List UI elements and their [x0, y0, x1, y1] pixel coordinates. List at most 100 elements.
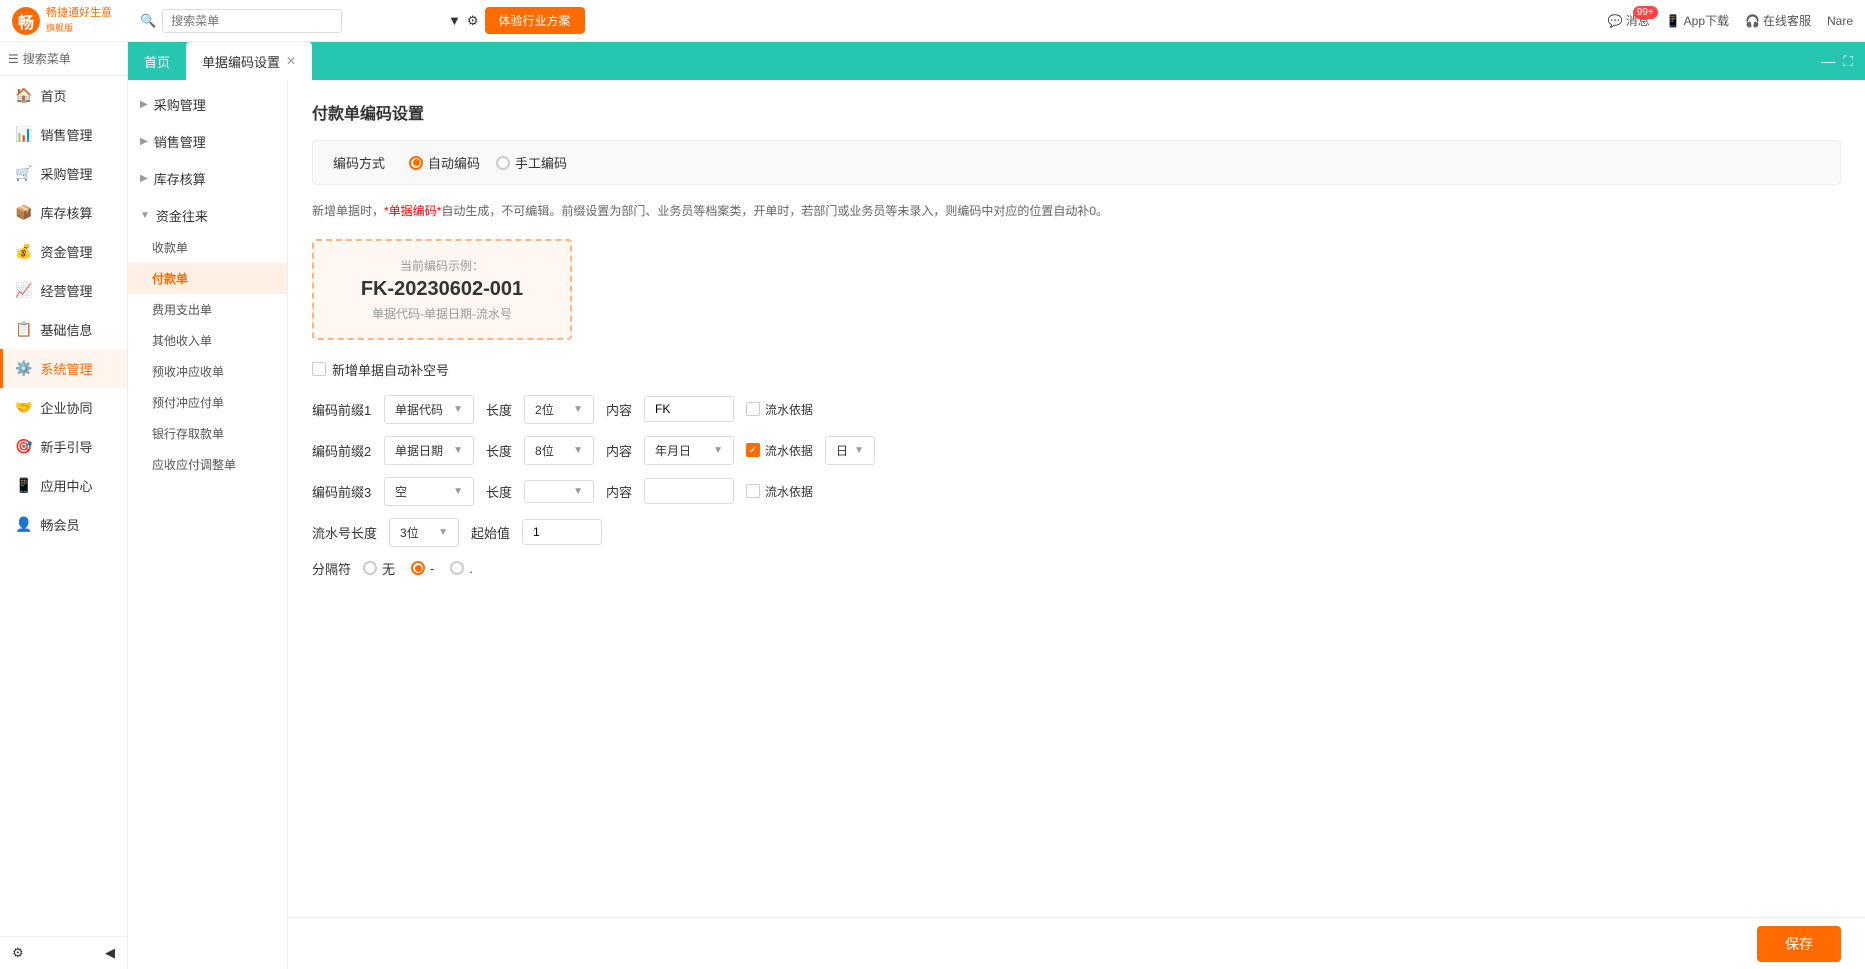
encode-method-label: 编码方式 — [333, 153, 385, 172]
sidebar-item-guide[interactable]: 🎯 新手引导 — [0, 427, 127, 466]
sidebar-item-home[interactable]: 🏠 首页 — [0, 76, 127, 115]
prefix-3-chevron: ▼ — [453, 486, 463, 497]
save-button[interactable]: 保存 — [1757, 926, 1841, 962]
serial-3-checkbox[interactable] — [746, 484, 760, 498]
length-1-select[interactable]: 2位 ▼ — [524, 395, 594, 424]
phone-icon: 📱 — [1666, 14, 1681, 28]
search-icon: 🔍 — [140, 13, 156, 29]
serial-2-checkbox[interactable]: ✓ — [746, 443, 760, 457]
app-download-button[interactable]: 📱 App下载 — [1666, 12, 1729, 29]
sidebar-item-purchase[interactable]: 🛒 采购管理 — [0, 154, 127, 193]
serial-length-select[interactable]: 3位 ▼ — [389, 518, 459, 547]
submenu-header-purchase[interactable]: ▶ 采购管理 — [128, 88, 287, 121]
auto-encode-radio[interactable] — [409, 156, 423, 170]
sidebar-bottom: ⚙ ◀ — [0, 936, 127, 969]
app-icon: 📱 — [15, 477, 32, 494]
submenu-label: 采购管理 — [154, 95, 206, 114]
tab-maximize-icon[interactable]: ⛶ — [1843, 53, 1853, 70]
submenu-item-expense[interactable]: 费用支出单 — [128, 294, 287, 325]
submenu-item-payment[interactable]: 付款单 — [128, 263, 287, 294]
separator-none-option[interactable]: 无 — [363, 559, 395, 578]
submenu-item-pre-payment[interactable]: 预付冲应付单 — [128, 387, 287, 418]
submenu-header-sales[interactable]: ▶ 销售管理 — [128, 125, 287, 158]
length-3-select[interactable]: ▼ — [524, 480, 594, 503]
search-input[interactable] — [162, 9, 342, 33]
serial-unit-value: 日 — [836, 442, 848, 459]
tab-encode-label: 单据编码设置 — [202, 52, 280, 71]
submenu-item-bank[interactable]: 银行存取款单 — [128, 418, 287, 449]
content-3-label: 内容 — [606, 482, 632, 501]
content-3-input[interactable] — [644, 478, 734, 504]
sidebar-item-member[interactable]: 👤 畅会员 — [0, 505, 127, 544]
submenu-item-pre-receipt[interactable]: 预收冲应收单 — [128, 356, 287, 387]
auto-fill-row: 新增单据自动补空号 — [312, 360, 1841, 379]
submenu-group-inventory: ▶ 库存核算 — [128, 162, 287, 195]
settings-icon[interactable]: ⚙ — [467, 13, 479, 29]
bottom-collapse-icon[interactable]: ◀ — [105, 945, 115, 961]
tab-encode[interactable]: 单据编码设置 ✕ — [186, 42, 312, 80]
serial-unit-select[interactable]: 日 ▼ — [825, 436, 875, 465]
purchase-icon: 🛒 — [15, 165, 32, 182]
sidebar-item-label: 首页 — [40, 86, 66, 105]
submenu-header-finance[interactable]: ▼ 资金往来 — [128, 199, 287, 232]
sidebar-item-inventory[interactable]: 📦 库存核算 — [0, 193, 127, 232]
separator-dash-option[interactable]: - — [411, 561, 434, 576]
info-text: 新增单据时，*单据编码*自动生成，不可编辑。前缀设置为部门、业务员等档案类，开单… — [312, 201, 1841, 223]
length-2-chevron: ▼ — [573, 445, 583, 456]
username-display: Nare — [1827, 14, 1853, 28]
tab-home[interactable]: 首页 — [128, 42, 186, 80]
prefix-row-1: 编码前缀1 单据代码 ▼ 长度 2位 ▼ 内容 — [312, 395, 1841, 424]
tab-close-icon[interactable]: ✕ — [286, 54, 296, 68]
content-2-select[interactable]: 年月日 ▼ — [644, 436, 734, 465]
prefix-2-select[interactable]: 单据日期 ▼ — [384, 436, 474, 465]
sales-icon: 📊 — [15, 126, 32, 143]
preview-desc: 单据代码-单据日期-流水号 — [338, 305, 546, 322]
sidebar-item-basic[interactable]: 📋 基础信息 — [0, 310, 127, 349]
sidebar-item-enterprise[interactable]: 🤝 企业协同 — [0, 388, 127, 427]
separator-dash-radio[interactable] — [411, 561, 425, 575]
length-3-chevron: ▼ — [573, 486, 583, 497]
sidebar-item-system[interactable]: ⚙️ 系统管理 — [0, 349, 127, 388]
serial-1-checkbox[interactable] — [746, 402, 760, 416]
serial-3-checkbox-group: 流水依据 — [746, 483, 813, 500]
left-sidebar: ☰ 搜索菜单 🏠 首页 📊 销售管理 🛒 采购管理 📦 库存核算 💰 资金管理 … — [0, 42, 128, 969]
sidebar-item-app[interactable]: 📱 应用中心 — [0, 466, 127, 505]
separator-dash-label: - — [430, 561, 434, 576]
manual-encode-option[interactable]: 手工编码 — [496, 153, 567, 172]
submenu-item-other-income[interactable]: 其他收入单 — [128, 325, 287, 356]
prefix-3-select[interactable]: 空 ▼ — [384, 477, 474, 506]
sidebar-item-label: 新手引导 — [40, 437, 92, 456]
manual-encode-radio[interactable] — [496, 156, 510, 170]
preview-code: FK-20230602-001 — [338, 278, 546, 301]
sidebar-item-finance[interactable]: 💰 资金管理 — [0, 232, 127, 271]
preview-box: 当前编码示例： FK-20230602-001 单据代码-单据日期-流水号 — [312, 239, 572, 340]
auto-fill-checkbox[interactable] — [312, 362, 326, 376]
sidebar-item-operation[interactable]: 📈 经营管理 — [0, 271, 127, 310]
bottom-settings-icon[interactable]: ⚙ — [12, 945, 24, 961]
trial-button[interactable]: 体验行业方案 — [485, 7, 585, 34]
submenu-item-adjust[interactable]: 应收应付调整单 — [128, 449, 287, 480]
length-1-value: 2位 — [535, 401, 554, 418]
online-service-button[interactable]: 🎧 在线客服 — [1745, 12, 1811, 29]
encode-method-section: 编码方式 自动编码 手工编码 — [312, 140, 1841, 185]
dropdown-arrow[interactable]: ▼ — [448, 13, 461, 28]
message-button[interactable]: 💬 消息 99+ — [1608, 12, 1650, 29]
header-right: 💬 消息 99+ 📱 App下载 🎧 在线客服 Nare — [1608, 12, 1853, 29]
headset-icon: 🎧 — [1745, 14, 1760, 28]
submenu-item-receipt[interactable]: 收款单 — [128, 232, 287, 263]
length-2-select[interactable]: 8位 ▼ — [524, 436, 594, 465]
serial-2-label: 流水依据 — [765, 442, 813, 459]
separator-dot-radio[interactable] — [450, 561, 464, 575]
separator-none-radio[interactable] — [363, 561, 377, 575]
separator-dot-label: . — [469, 561, 473, 576]
content-1-input[interactable] — [644, 396, 734, 422]
sidebar-item-sales[interactable]: 📊 销售管理 — [0, 115, 127, 154]
preview-label: 当前编码示例： — [338, 257, 546, 274]
start-value-input[interactable] — [522, 519, 602, 545]
prefix-1-select[interactable]: 单据代码 ▼ — [384, 395, 474, 424]
separator-dot-option[interactable]: . — [450, 561, 473, 576]
sidebar-search[interactable]: ☰ 搜索菜单 — [0, 42, 127, 76]
submenu-header-inventory[interactable]: ▶ 库存核算 — [128, 162, 287, 195]
auto-encode-option[interactable]: 自动编码 — [409, 153, 480, 172]
tab-minimize-icon[interactable]: — — [1821, 53, 1835, 69]
